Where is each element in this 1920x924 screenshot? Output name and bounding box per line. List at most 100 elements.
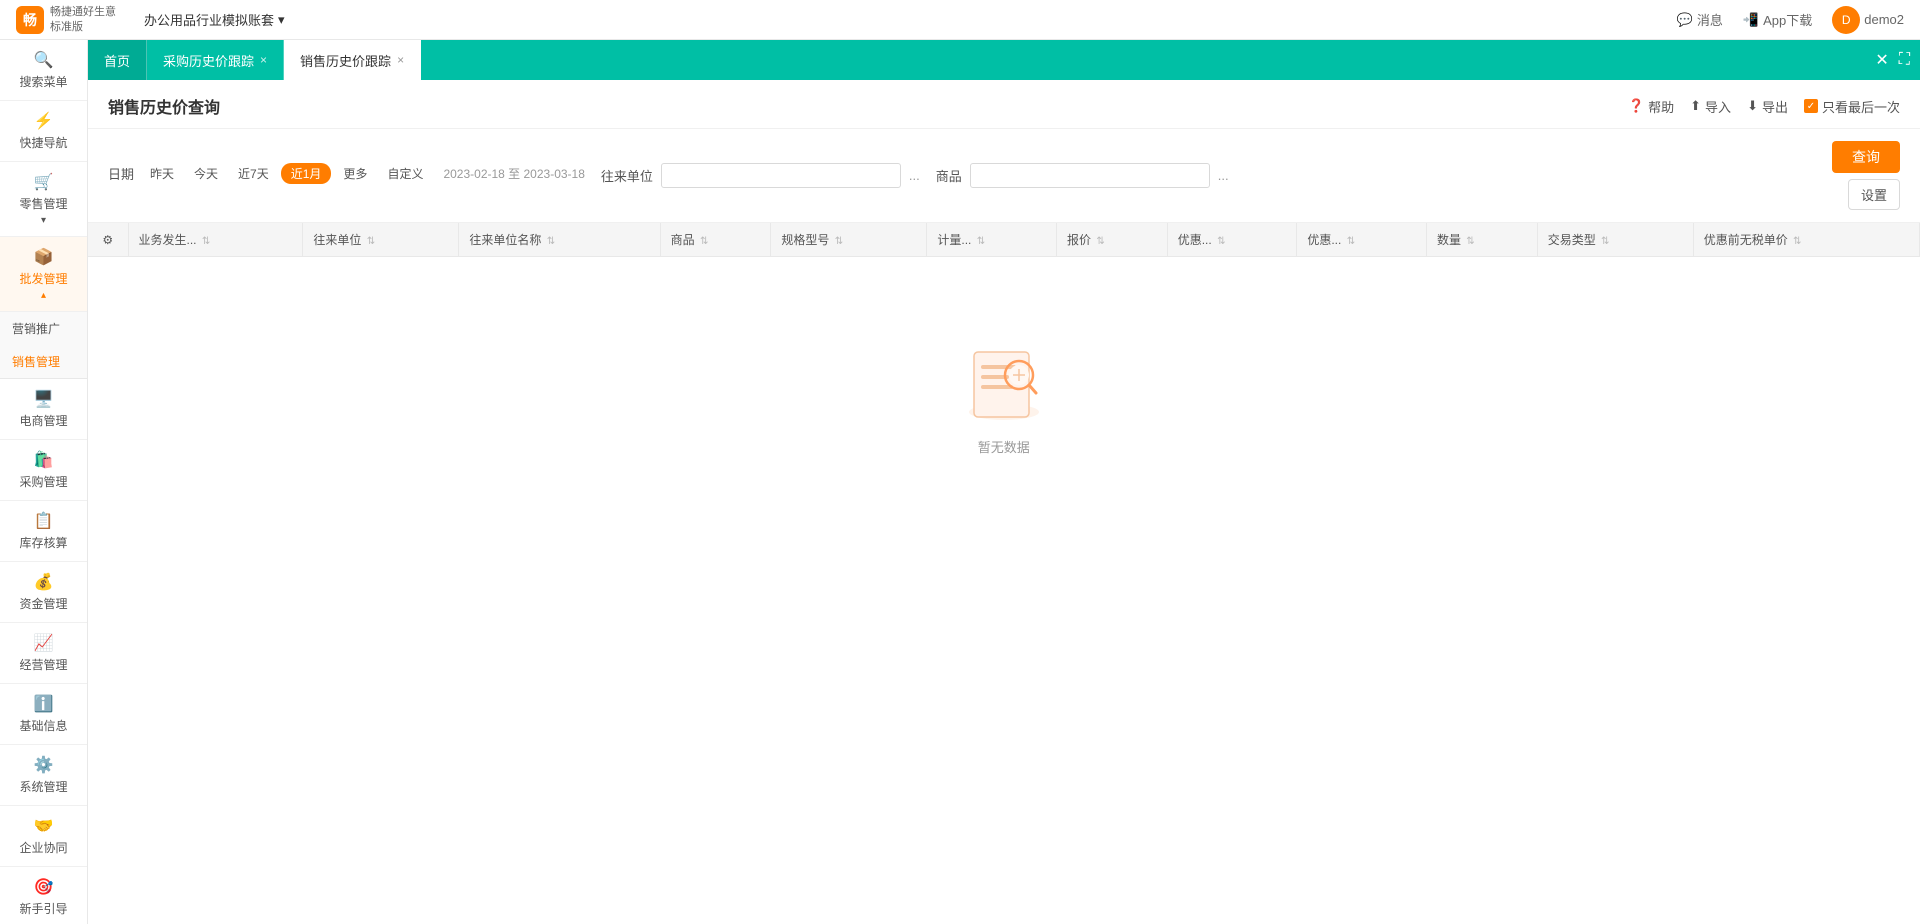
message-icon: 💬 xyxy=(1677,12,1693,28)
date-range-text: 2023-02-18 至 2023-03-18 xyxy=(443,165,584,182)
sort-arrows-discount2: ⇅ xyxy=(1347,236,1355,247)
partner-input[interactable] xyxy=(661,163,901,188)
avatar: D xyxy=(1832,6,1860,34)
sidebar-item-inventory[interactable]: 📋 库存核算 xyxy=(0,501,87,562)
tab-sales-history[interactable]: 销售历史价跟踪 × xyxy=(284,40,421,80)
info-icon: ℹ️ xyxy=(34,694,54,714)
sort-arrows-trade-type: ⇅ xyxy=(1601,236,1609,247)
message-action[interactable]: 💬 消息 xyxy=(1677,10,1723,29)
sort-arrows-partner-name: ⇅ xyxy=(547,236,555,247)
maximize-icon[interactable]: ⛶ xyxy=(1899,51,1910,69)
col-quantity[interactable]: 数量 ⇅ xyxy=(1426,223,1537,257)
logo-text: 畅捷通好生意 标准版 xyxy=(50,5,116,34)
user-action[interactable]: D demo2 xyxy=(1832,6,1904,34)
lightning-icon: ⚡ xyxy=(34,111,54,131)
sort-arrows-pre-tax-price: ⇅ xyxy=(1793,236,1801,247)
sort-arrows-quote: ⇅ xyxy=(1096,236,1104,247)
sort-arrows-discount1: ⇅ xyxy=(1217,236,1225,247)
col-quote[interactable]: 报价 ⇅ xyxy=(1056,223,1167,257)
search-icon: 🔍 xyxy=(34,50,54,70)
sidebar-item-retail-mgmt[interactable]: 🛒 零售管理 ▾ xyxy=(0,162,87,237)
col-settings[interactable]: ⚙ xyxy=(88,223,128,257)
export-btn[interactable]: ⬇ 导出 xyxy=(1747,97,1788,116)
close-window-icon[interactable]: ✕ xyxy=(1875,50,1888,70)
sidebar-item-sys-mgmt[interactable]: ⚙️ 系统管理 xyxy=(0,745,87,806)
sort-arrows-unit: ⇅ xyxy=(977,236,985,247)
cart-icon: 🛒 xyxy=(34,172,54,192)
monitor-icon: 🖥️ xyxy=(34,389,54,409)
col-discount1[interactable]: 优惠... ⇅ xyxy=(1167,223,1297,257)
col-pre-tax-price[interactable]: 优惠前无税单价 ⇅ xyxy=(1693,223,1919,257)
help-icon: ❓ xyxy=(1628,98,1644,114)
sidebar-item-marketing[interactable]: 营销推广 xyxy=(0,312,87,345)
sidebar-item-wholesale-mgmt[interactable]: 📦 批发管理 ▴ xyxy=(0,237,87,312)
only-last-checkbox[interactable]: ✓ 只看最后一次 xyxy=(1804,97,1900,116)
close-sales-tab-icon[interactable]: × xyxy=(397,53,404,67)
settings-button[interactable]: 设置 xyxy=(1848,179,1900,210)
tab-bar-actions: ✕ ⛶ xyxy=(1865,40,1920,80)
tab-purchase-history[interactable]: 采购历史价跟踪 × xyxy=(147,40,284,80)
sidebar-item-operation[interactable]: 📈 经营管理 xyxy=(0,623,87,684)
filter-area: 日期 昨天 今天 近7天 近1月 更多 自定义 2023-02-18 至 202… xyxy=(88,129,1920,223)
col-partner-name[interactable]: 往来单位名称 ⇅ xyxy=(459,223,660,257)
query-button[interactable]: 查询 xyxy=(1832,141,1900,173)
download-icon: 📲 xyxy=(1743,12,1759,28)
handshake-icon: 🤝 xyxy=(34,816,54,836)
col-spec[interactable]: 规格型号 ⇅ xyxy=(771,223,927,257)
sort-arrows-goods: ⇅ xyxy=(700,236,708,247)
date-btn-more[interactable]: 更多 xyxy=(335,163,375,184)
clipboard-icon: 📋 xyxy=(34,511,54,531)
sidebar-item-enterprise[interactable]: 🤝 企业协同 xyxy=(0,806,87,867)
header-left: 畅 畅捷通好生意 标准版 办公用品行业模拟账套 ▾ xyxy=(16,5,285,34)
sort-arrows-spec: ⇅ xyxy=(835,236,843,247)
app-selector[interactable]: 办公用品行业模拟账套 ▾ xyxy=(144,10,285,29)
chart-icon: 📈 xyxy=(34,633,54,653)
col-goods[interactable]: 商品 ⇅ xyxy=(660,223,771,257)
goods-filter: 商品 ... xyxy=(936,163,1229,188)
sidebar-item-finance[interactable]: 💰 资金管理 xyxy=(0,562,87,623)
sidebar-item-basic-info[interactable]: ℹ️ 基础信息 xyxy=(0,684,87,745)
sidebar-item-search-menu[interactable]: 🔍 搜索菜单 xyxy=(0,40,87,101)
col-biz-date[interactable]: 业务发生... ⇅ xyxy=(128,223,303,257)
main-layout: 🔍 搜索菜单 ⚡ 快捷导航 🛒 零售管理 ▾ 📦 批发管理 ▴ 营销推广 销售管… xyxy=(0,40,1920,924)
empty-text: 暂无数据 xyxy=(978,437,1030,456)
col-partner-code[interactable]: 往来单位 ⇅ xyxy=(303,223,459,257)
empty-illustration xyxy=(954,337,1054,427)
page-title: 销售历史价查询 xyxy=(108,94,220,118)
goods-input[interactable] xyxy=(970,163,1210,188)
shopping-icon: 🛍️ xyxy=(34,450,54,470)
table-header-row: ⚙ 业务发生... ⇅ 往来单位 ⇅ 往来单位名称 xyxy=(88,223,1920,257)
export-icon: ⬇ xyxy=(1747,98,1758,114)
data-table: ⚙ 业务发生... ⇅ 往来单位 ⇅ 往来单位名称 xyxy=(88,223,1920,536)
box-icon: 📦 xyxy=(34,247,54,267)
empty-state: 暂无数据 xyxy=(88,257,1920,536)
sidebar-item-ecom-mgmt[interactable]: 🖥️ 电商管理 xyxy=(0,379,87,440)
tab-home[interactable]: 首页 xyxy=(88,40,147,80)
money-icon: 💰 xyxy=(34,572,54,592)
page-content: 销售历史价查询 ❓ 帮助 ⬆ 导入 ⬇ 导出 ✓ xyxy=(88,80,1920,924)
date-btn-custom[interactable]: 自定义 xyxy=(379,163,431,184)
col-discount2[interactable]: 优惠... ⇅ xyxy=(1297,223,1427,257)
date-btn-yesterday[interactable]: 昨天 xyxy=(142,163,182,184)
date-btn-1month[interactable]: 近1月 xyxy=(281,163,332,184)
date-btn-today[interactable]: 今天 xyxy=(186,163,226,184)
close-purchase-tab-icon[interactable]: × xyxy=(260,53,267,67)
partner-dots-btn[interactable]: ... xyxy=(909,168,920,183)
col-unit[interactable]: 计量... ⇅ xyxy=(927,223,1057,257)
col-trade-type[interactable]: 交易类型 ⇅ xyxy=(1537,223,1693,257)
sidebar-item-new-guide[interactable]: 🎯 新手引导 xyxy=(0,867,87,924)
chevron-up-icon: ▴ xyxy=(41,290,46,301)
import-btn[interactable]: ⬆ 导入 xyxy=(1690,97,1731,116)
sidebar-item-sales-mgmt[interactable]: 销售管理 xyxy=(0,345,87,378)
top-header: 畅 畅捷通好生意 标准版 办公用品行业模拟账套 ▾ 💬 消息 📲 App下载 D… xyxy=(0,0,1920,40)
settings-icon: ⚙ xyxy=(102,233,113,247)
content-area: 首页 采购历史价跟踪 × 销售历史价跟踪 × ✕ ⛶ 销售历史价查询 xyxy=(88,40,1920,924)
app-download-action[interactable]: 📲 App下载 xyxy=(1743,10,1812,29)
goods-dots-btn[interactable]: ... xyxy=(1218,168,1229,183)
date-btn-7days[interactable]: 近7天 xyxy=(230,163,277,184)
table-area: ⚙ 业务发生... ⇅ 往来单位 ⇅ 往来单位名称 xyxy=(88,223,1920,924)
help-btn[interactable]: ❓ 帮助 xyxy=(1628,97,1674,116)
sidebar-item-purchase-mgmt[interactable]: 🛍️ 采购管理 xyxy=(0,440,87,501)
date-filter: 日期 昨天 今天 近7天 近1月 更多 自定义 2023-02-18 至 202… xyxy=(108,163,585,184)
sidebar-item-quick-nav[interactable]: ⚡ 快捷导航 xyxy=(0,101,87,162)
